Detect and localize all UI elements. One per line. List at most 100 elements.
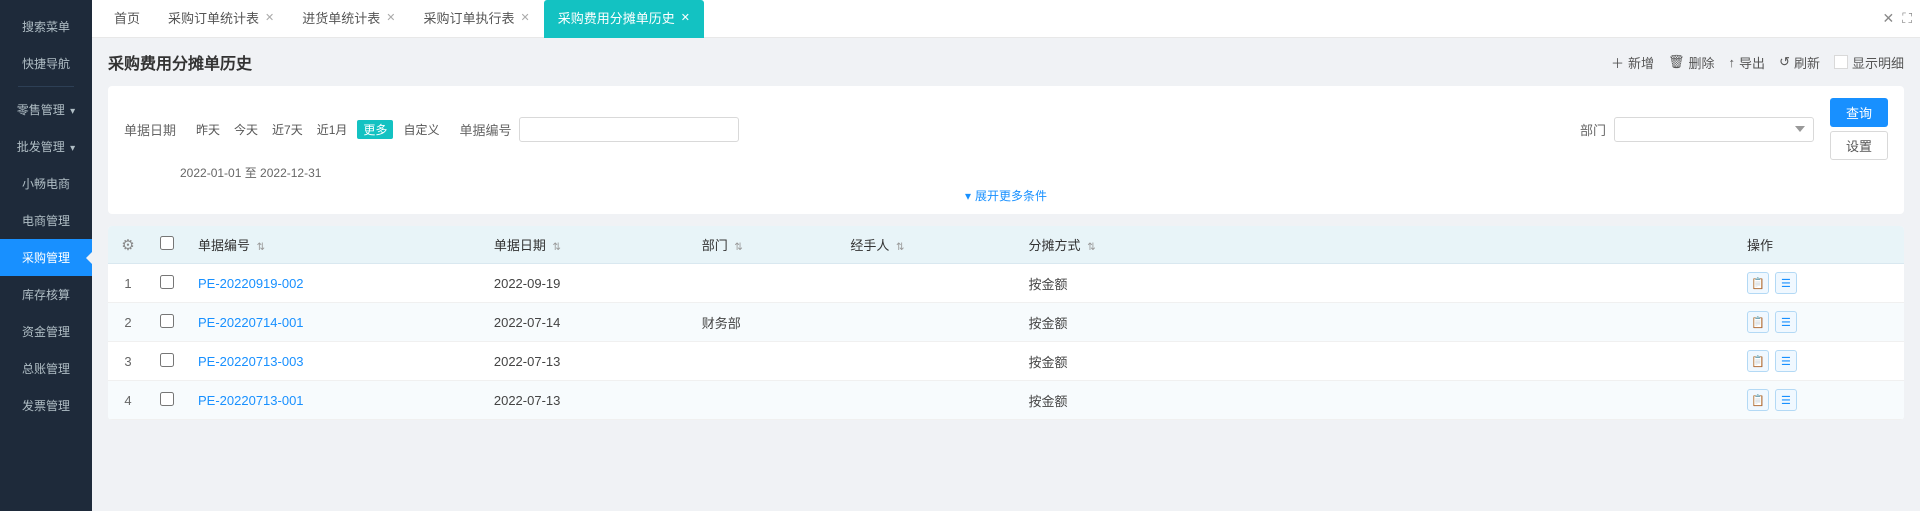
tab-bar: 首页 采购订单统计表 ✕ 进货单统计表 ✕ 采购订单执行表 ✕ 采购费用分摊单历… <box>92 0 1920 38</box>
date-yesterday[interactable]: 昨天 <box>192 120 224 139</box>
row-doc-date: 2022-07-13 <box>482 342 690 381</box>
tab-label: 采购订单统计表 <box>168 8 259 27</box>
date-week[interactable]: 近7天 <box>268 120 307 139</box>
chevron-down-icon: ▾ <box>70 143 75 154</box>
select-all-checkbox[interactable] <box>160 236 174 250</box>
sidebar-item-ecommerce[interactable]: 电商管理 <box>0 202 92 239</box>
expand-label: 展开更多条件 <box>975 187 1047 204</box>
show-columns-toggle[interactable]: 显示明细 <box>1834 53 1904 72</box>
delete-label: 删除 <box>1689 53 1715 72</box>
sort-icon[interactable]: ⇅ <box>1087 242 1095 253</box>
edit-icon[interactable]: 📋 <box>1747 350 1769 372</box>
row-doc-date: 2022-07-13 <box>482 381 690 420</box>
tab-cost-history[interactable]: 采购费用分摊单历史 ✕ <box>544 0 704 38</box>
close-icon[interactable]: ✕ <box>521 11 530 24</box>
edit-icon[interactable]: 📋 <box>1747 272 1769 294</box>
tab-purchase-stats[interactable]: 采购订单统计表 ✕ <box>154 0 288 38</box>
expand-conditions-button[interactable]: ▾ 展开更多条件 <box>124 181 1888 206</box>
tab-purchase-exec[interactable]: 采购订单执行表 ✕ <box>409 0 543 38</box>
sidebar-item-invoice[interactable]: 发票管理 <box>0 387 92 424</box>
row-actions: 📋 ☰ <box>1735 342 1904 381</box>
edit-icon[interactable]: 📋 <box>1747 311 1769 333</box>
row-split-method: 按金额 <box>1017 342 1735 381</box>
sidebar-item-shortcut[interactable]: 快捷导航 <box>0 45 92 82</box>
sidebar-item-mini[interactable]: 小畅电商 <box>0 165 92 202</box>
table-body: 1 PE-20220919-002 2022-09-19 按金额 📋 ☰ 2 P… <box>108 264 1904 420</box>
add-label: 新增 <box>1628 53 1654 72</box>
date-more[interactable]: 更多 <box>357 120 393 139</box>
sidebar-item-accounting[interactable]: 总账管理 <box>0 350 92 387</box>
tab-receipt-stats[interactable]: 进货单统计表 ✕ <box>288 0 409 38</box>
tab-label: 采购费用分摊单历史 <box>558 8 675 27</box>
table-row: 3 PE-20220713-003 2022-07-13 按金额 📋 ☰ <box>108 342 1904 381</box>
sidebar-item-label: 快捷导航 <box>22 57 70 71</box>
sort-icon[interactable]: ⇅ <box>734 242 742 253</box>
sidebar-item-label: 发票管理 <box>22 399 70 413</box>
row-doc-num: PE-20220713-001 <box>186 381 482 420</box>
query-button[interactable]: 查询 <box>1830 98 1888 127</box>
doc-number-input[interactable] <box>519 117 739 142</box>
close-icon[interactable]: ✕ <box>265 11 274 24</box>
col-dept: 部门 ⇅ <box>690 226 839 264</box>
row-checkbox[interactable] <box>160 275 174 289</box>
sidebar-item-retail[interactable]: 零售管理 ▾ <box>0 91 92 128</box>
sidebar-item-label: 零售管理 <box>17 103 65 117</box>
add-button[interactable]: ＋ 新增 <box>1611 53 1654 72</box>
detail-icon[interactable]: ☰ <box>1775 389 1797 411</box>
detail-icon[interactable]: ☰ <box>1775 350 1797 372</box>
row-checkbox[interactable] <box>160 314 174 328</box>
sidebar-item-purchase[interactable]: 采购管理 <box>0 239 92 276</box>
close-all-icon[interactable]: ✕ <box>1882 10 1894 27</box>
delete-button[interactable]: 🗑 删除 <box>1668 53 1715 72</box>
close-icon[interactable]: ✕ <box>681 11 690 24</box>
edit-icon[interactable]: 📋 <box>1747 389 1769 411</box>
sidebar-item-label: 批发管理 <box>17 140 65 154</box>
sidebar-item-inventory[interactable]: 库存核算 <box>0 276 92 313</box>
sidebar-item-search[interactable]: 搜索菜单 <box>0 8 92 45</box>
row-dept <box>690 381 839 420</box>
row-checkbox-cell <box>148 342 186 381</box>
sidebar-item-label: 搜索菜单 <box>22 20 70 34</box>
row-doc-date: 2022-09-19 <box>482 264 690 303</box>
date-custom[interactable]: 自定义 <box>399 120 443 139</box>
sidebar-item-wholesale[interactable]: 批发管理 ▾ <box>0 128 92 165</box>
table-header-row: ⚙ 单据编号 ⇅ 单据日期 ⇅ <box>108 226 1904 264</box>
settings-button[interactable]: 设置 <box>1830 131 1888 160</box>
doc-num-link[interactable]: PE-20220919-002 <box>198 276 304 291</box>
col-settings[interactable]: ⚙ <box>108 226 148 264</box>
tab-home[interactable]: 首页 <box>100 0 154 38</box>
sidebar-item-label: 库存核算 <box>22 288 70 302</box>
page-header: 采购费用分摊单历史 ＋ 新增 🗑 删除 ↑ 导出 ↺ 刷新 <box>108 50 1904 74</box>
sidebar-item-finance[interactable]: 资金管理 <box>0 313 92 350</box>
dept-group: 部门 <box>1580 117 1814 142</box>
row-doc-num: PE-20220919-002 <box>186 264 482 303</box>
sidebar-item-label: 电商管理 <box>22 214 70 228</box>
close-icon[interactable]: ✕ <box>386 11 395 24</box>
table-container: ⚙ 单据编号 ⇅ 单据日期 ⇅ <box>108 226 1904 420</box>
row-handler <box>838 264 1016 303</box>
doc-num-link[interactable]: PE-20220713-001 <box>198 393 304 408</box>
doc-num-link[interactable]: PE-20220713-003 <box>198 354 304 369</box>
dept-select[interactable] <box>1614 117 1814 142</box>
refresh-button[interactable]: ↺ 刷新 <box>1779 53 1820 72</box>
row-checkbox[interactable] <box>160 353 174 367</box>
show-columns-checkbox[interactable] <box>1834 55 1848 69</box>
detail-icon[interactable]: ☰ <box>1775 272 1797 294</box>
sort-icon[interactable]: ⇅ <box>896 242 904 253</box>
row-doc-date: 2022-07-14 <box>482 303 690 342</box>
doc-num-link[interactable]: PE-20220714-001 <box>198 315 304 330</box>
maximize-icon[interactable]: ⛶ <box>1902 10 1912 27</box>
sidebar: 搜索菜单 快捷导航 零售管理 ▾ 批发管理 ▾ 小畅电商 电商管理 采购管理 库… <box>0 0 92 511</box>
settings-icon[interactable]: ⚙ <box>121 237 134 254</box>
export-button[interactable]: ↑ 导出 <box>1729 53 1766 72</box>
filter-row: 单据日期 昨天 今天 近7天 近1月 更多 自定义 单据编号 部门 <box>124 98 1888 160</box>
row-num: 4 <box>108 381 148 420</box>
dept-label: 部门 <box>1580 120 1606 139</box>
table-row: 2 PE-20220714-001 2022-07-14 财务部 按金额 📋 ☰ <box>108 303 1904 342</box>
row-checkbox[interactable] <box>160 392 174 406</box>
date-month[interactable]: 近1月 <box>313 120 352 139</box>
sort-icon[interactable]: ⇅ <box>553 242 561 253</box>
date-today[interactable]: 今天 <box>230 120 262 139</box>
detail-icon[interactable]: ☰ <box>1775 311 1797 333</box>
sort-icon[interactable]: ⇅ <box>257 242 265 253</box>
